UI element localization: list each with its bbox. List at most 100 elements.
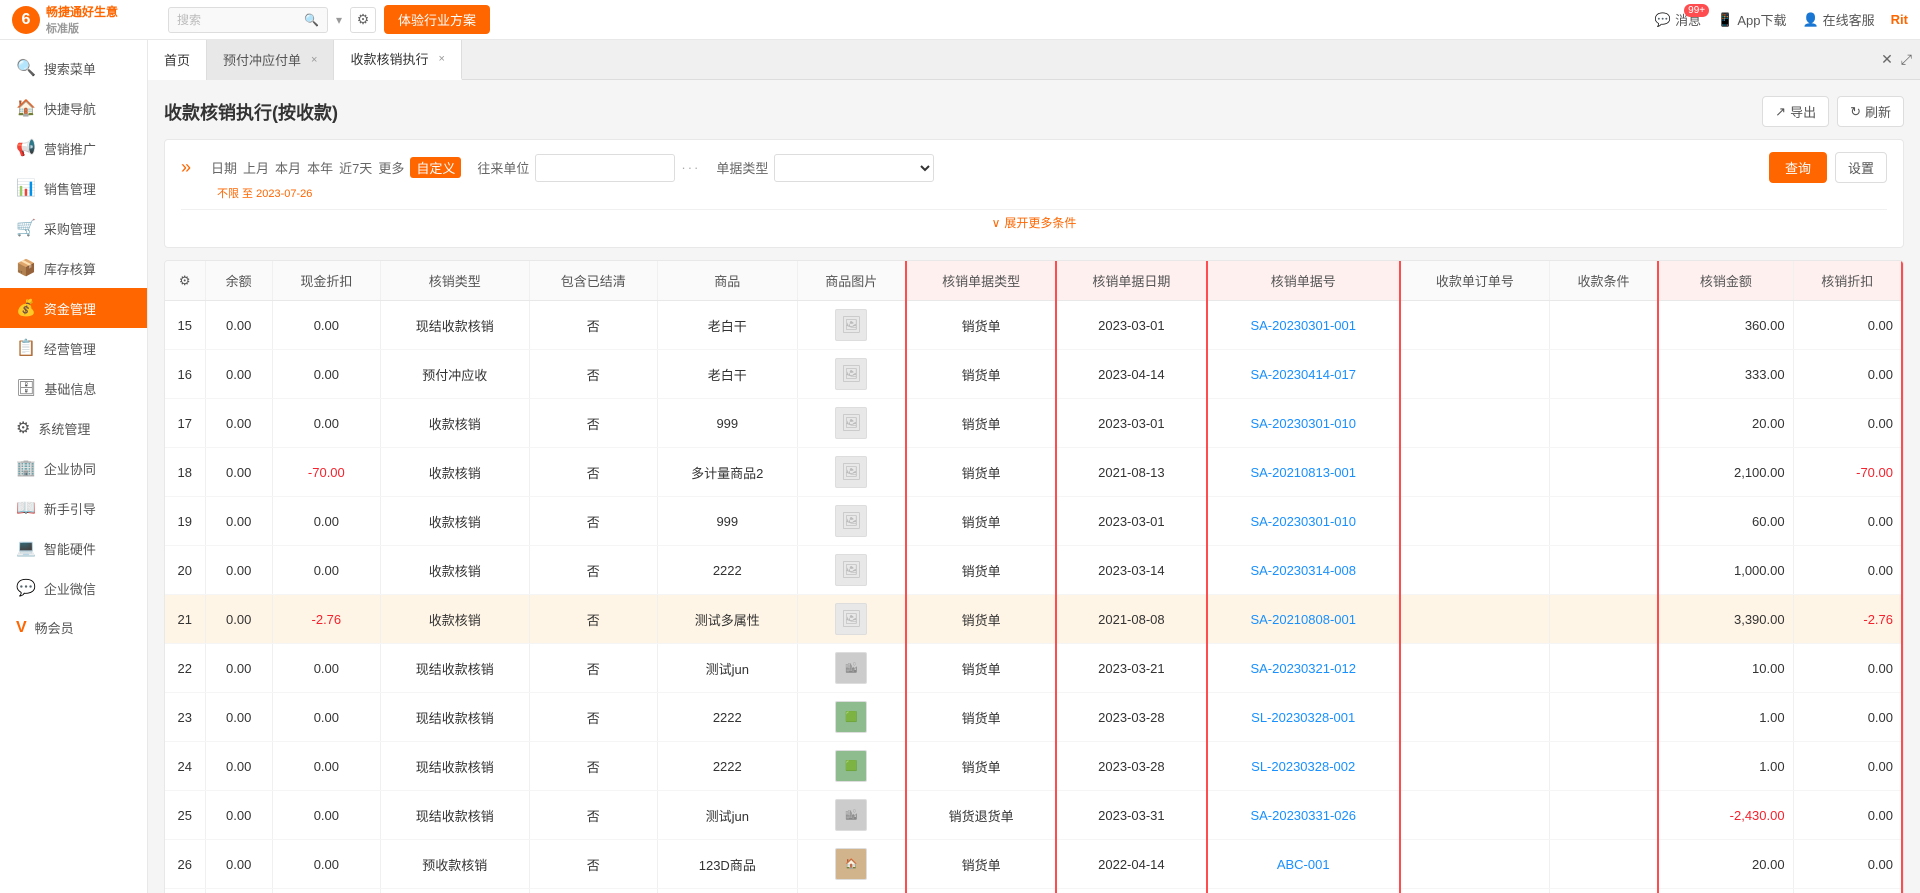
sidebar-item-label: 企业协同: [44, 459, 96, 478]
sidebar: 🔍 搜索菜单 🏠 快捷导航 📢 营销推广 📊 销售管理 🛒 采购管理 📦 库存核…: [0, 40, 148, 893]
sidebar-item-guide[interactable]: 📖 新手引导: [0, 488, 147, 528]
cell-goods: 123D商品: [657, 840, 797, 889]
cell-cash-discount: 0.00: [272, 399, 380, 448]
cell-receipt-order-no: [1400, 546, 1550, 595]
main-content: 首页 预付冲应付单 × 收款核销执行 × ✕ ⤢ 收款核销执行(按收款): [148, 40, 1920, 893]
cell-goods-img: 🖼: [797, 546, 906, 595]
close-window-icon[interactable]: ✕: [1881, 51, 1893, 68]
message-icon: 💬: [1655, 12, 1671, 28]
doc-type-label: 单据类型: [716, 158, 768, 177]
table-row: 21 0.00 -2.76 收款核销 否 测试多属性 🖼 销货单 2021-08…: [165, 595, 1902, 644]
cell-idx: 25: [165, 791, 205, 840]
user-profile-button[interactable]: Rit: [1891, 12, 1908, 27]
sidebar-item-quick-nav[interactable]: 🏠 快捷导航: [0, 88, 147, 128]
date-7days[interactable]: 近7天: [339, 158, 372, 177]
verify-doc-no-link[interactable]: ABC-001: [1277, 857, 1330, 872]
guide-icon: 📖: [16, 498, 36, 518]
verify-doc-no-link[interactable]: SA-20230314-008: [1250, 563, 1356, 578]
expand-more-bar[interactable]: ∨ 展开更多条件: [181, 209, 1887, 235]
refresh-button[interactable]: ↻ 刷新: [1837, 96, 1904, 127]
verify-doc-no-link[interactable]: SA-20230301-001: [1250, 318, 1356, 333]
verify-doc-no-link[interactable]: SA-20230301-010: [1250, 416, 1356, 431]
cell-idx: 22: [165, 644, 205, 693]
filter-actions: 查询 设置: [1769, 152, 1887, 183]
refresh-label: 刷新: [1865, 102, 1891, 121]
maximize-icon[interactable]: ⤢: [1901, 51, 1912, 68]
col-header-goods-img: 商品图片: [797, 261, 906, 301]
verify-doc-no-link[interactable]: SL-20230328-002: [1251, 759, 1355, 774]
setting-button[interactable]: 设置: [1835, 152, 1887, 183]
verify-doc-no-link[interactable]: SA-20230414-017: [1250, 367, 1356, 382]
system-icon: ⚙: [16, 418, 30, 438]
cell-verify-discount: 0.00: [1793, 791, 1902, 840]
sidebar-item-sales[interactable]: 📊 销售管理: [0, 168, 147, 208]
col-header-settings[interactable]: ⚙: [165, 261, 205, 301]
cell-idx: 18: [165, 448, 205, 497]
verify-doc-no-link[interactable]: SA-20210808-001: [1250, 612, 1356, 627]
verify-doc-no-link[interactable]: SA-20230331-026: [1250, 808, 1356, 823]
cell-verify-doc-no: SL-20230328-001: [1207, 693, 1400, 742]
cell-receipt-order-no: [1400, 889, 1550, 893]
doc-type-select[interactable]: [774, 154, 934, 182]
cell-goods: 999: [657, 399, 797, 448]
verify-doc-no-link[interactable]: SA-20230321-012: [1250, 661, 1356, 676]
cell-include-settled: 否: [529, 448, 657, 497]
from-unit-input[interactable]: [535, 154, 675, 182]
cell-verify-type: 现结收款核销: [380, 889, 529, 893]
tab-prepay-close[interactable]: ×: [311, 54, 317, 66]
app-download-label: App下载: [1737, 10, 1786, 29]
cell-idx: 27: [165, 889, 205, 893]
sidebar-item-system[interactable]: ⚙ 系统管理: [0, 408, 147, 448]
date-custom[interactable]: 自定义: [410, 157, 461, 178]
query-button[interactable]: 查询: [1769, 152, 1827, 183]
cell-verify-discount: 0.00: [1793, 350, 1902, 399]
tab-receivable-close[interactable]: ×: [438, 53, 444, 65]
sidebar-item-label: 搜索菜单: [44, 59, 96, 78]
cell-verify-amount: 10.00: [1658, 644, 1793, 693]
expand-toggle[interactable]: »: [181, 157, 191, 178]
operations-icon: 📋: [16, 338, 36, 358]
tab-receivable[interactable]: 收款核销执行 ×: [334, 40, 461, 80]
cell-verify-discount: 0.00: [1793, 399, 1902, 448]
table-header-row: ⚙ 余额 现金折扣 核销类型 包含已结清 商品 商品图片 核销单据类型 核销单据…: [165, 261, 1902, 301]
app-download-button[interactable]: 📱 App下载: [1717, 10, 1786, 29]
sidebar-item-marketing[interactable]: 📢 营销推广: [0, 128, 147, 168]
cell-verify-doc-no: SA-20230331-026: [1207, 791, 1400, 840]
verify-doc-no-link[interactable]: SA-20230301-010: [1250, 514, 1356, 529]
cell-idx: 24: [165, 742, 205, 791]
verify-doc-no-link[interactable]: SL-20230328-001: [1251, 710, 1355, 725]
date-this-month[interactable]: 本月: [275, 158, 301, 177]
sidebar-item-basic[interactable]: 🗄 基础信息: [0, 368, 147, 408]
table-row: 17 0.00 0.00 收款核销 否 999 🖼 销货单 2023-03-01…: [165, 399, 1902, 448]
sidebar-item-search[interactable]: 🔍 搜索菜单: [0, 48, 147, 88]
sidebar-item-purchase[interactable]: 🛒 采购管理: [0, 208, 147, 248]
search-input[interactable]: 搜索 🔍: [168, 7, 328, 33]
data-table: ⚙ 余额 现金折扣 核销类型 包含已结清 商品 商品图片 核销单据类型 核销单据…: [165, 261, 1903, 893]
export-button[interactable]: ↗ 导出: [1762, 96, 1829, 127]
date-more[interactable]: 更多: [378, 158, 404, 177]
cell-balance: 0.00: [205, 399, 272, 448]
enterprise-icon: 🏢: [16, 458, 36, 478]
date-this-year[interactable]: 本年: [307, 158, 333, 177]
sidebar-item-hardware[interactable]: 💻 智能硬件: [0, 528, 147, 568]
sidebar-item-enterprise[interactable]: 🏢 企业协同: [0, 448, 147, 488]
online-service-button[interactable]: 👤 在线客服: [1802, 10, 1874, 29]
sidebar-item-finance[interactable]: 💰 资金管理: [0, 288, 147, 328]
sidebar-item-wechat[interactable]: 💬 企业微信: [0, 568, 147, 608]
tab-home[interactable]: 首页: [148, 40, 207, 80]
settings-gear-button[interactable]: ⚙: [350, 7, 376, 33]
sidebar-item-operations[interactable]: 📋 经营管理: [0, 328, 147, 368]
sidebar-item-inventory[interactable]: 📦 库存核算: [0, 248, 147, 288]
sidebar-item-label: 快捷导航: [44, 99, 96, 118]
tab-prepay[interactable]: 预付冲应付单 ×: [207, 40, 334, 80]
cell-verify-doc-no: SL-20230408-001: [1207, 889, 1400, 893]
cell-receipt-cond: [1549, 399, 1658, 448]
sidebar-item-member[interactable]: V 畅会员: [0, 608, 147, 647]
cell-verify-amount: 20.00: [1658, 840, 1793, 889]
solution-button[interactable]: 体验行业方案: [384, 5, 490, 34]
page-content: 收款核销执行(按收款) ↗ 导出 ↻ 刷新 » 日期: [148, 80, 1920, 893]
notification-button[interactable]: 💬 消息 99+: [1655, 10, 1701, 29]
dropdown-toggle[interactable]: ▾: [336, 13, 342, 27]
verify-doc-no-link[interactable]: SA-20210813-001: [1250, 465, 1356, 480]
date-last-month[interactable]: 上月: [243, 158, 269, 177]
